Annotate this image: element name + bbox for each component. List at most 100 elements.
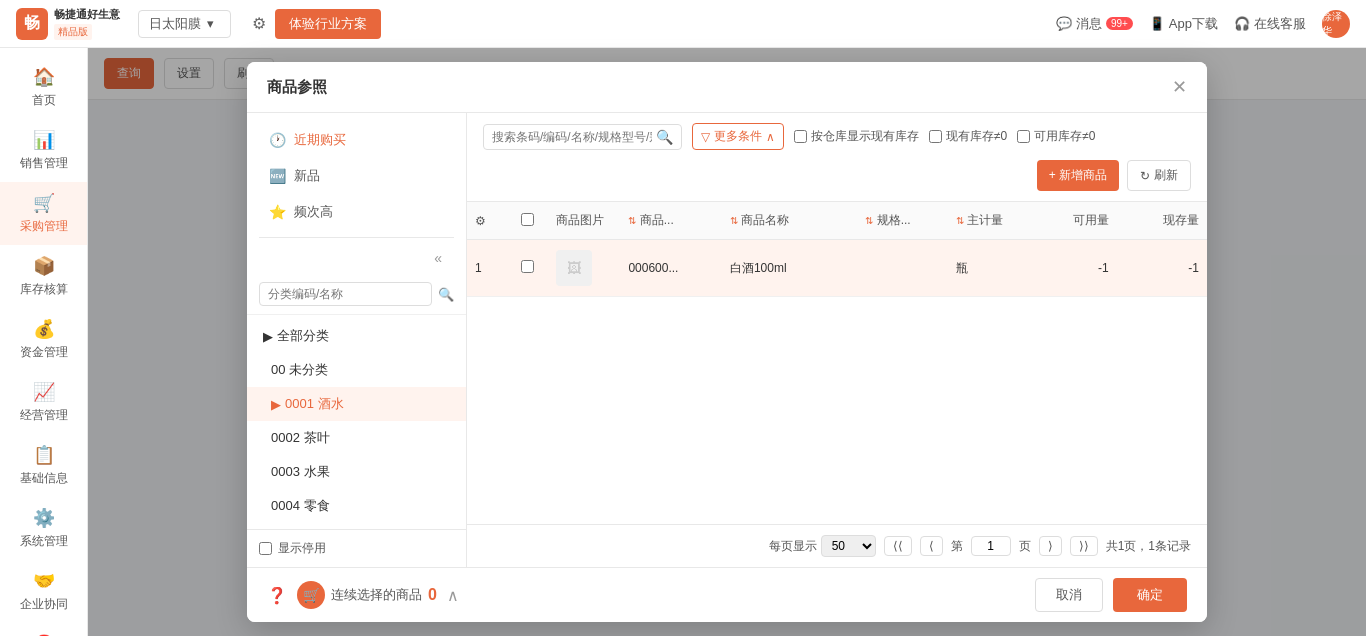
logo-area: 畅 畅捷通好生意 精品版 [16,7,126,40]
col-header-code[interactable]: ⇅ 商品... [620,202,722,240]
category-search-input[interactable] [259,282,432,306]
col-header-stock: 现存量 [1117,202,1207,240]
right-toolbar: 🔍 ▽ 更多条件 ∧ 按仓库显示现有库存 [467,113,1207,202]
settings-icon[interactable]: ⚙ [243,8,275,40]
first-page-button[interactable]: ⟨⟨ [884,536,912,556]
table-row[interactable]: 1 🖼 000600... 白酒100ml 瓶 [467,240,1207,297]
right-panel: 🔍 ▽ 更多条件 ∧ 按仓库显示现有库存 [467,113,1207,567]
home-icon: 🏠 [33,66,55,88]
page-size-select[interactable]: 10 20 50 100 [821,535,876,557]
cancel-button[interactable]: 取消 [1035,578,1103,612]
select-all-checkbox[interactable] [521,213,534,226]
tab-recent-purchase[interactable]: 🕐 近期购买 [259,123,454,157]
category-item-tea[interactable]: 0002 茶叶 [247,421,466,455]
left-collapse-button[interactable]: « [422,246,454,270]
page-number-input[interactable] [971,536,1011,556]
user-menu[interactable]: 徐泽华 [1322,10,1350,38]
message-icon: 💬 [1056,16,1072,31]
available-stock-nonzero-checkbox[interactable] [1017,130,1030,143]
modal-close-button[interactable]: ✕ [1172,76,1187,98]
col-header-unit[interactable]: ⇅ 主计量 [948,202,1027,240]
row-available: -1 [1026,240,1116,297]
col-header-settings[interactable]: ⚙ [467,202,508,240]
sidebar-item-system[interactable]: ⚙️ 系统管理 [0,497,87,560]
basic-info-icon: 📋 [33,444,55,466]
customer-service-button[interactable]: 🎧 在线客服 [1234,15,1306,33]
messages-button[interactable]: 💬 消息 99+ [1056,15,1133,33]
refresh-button[interactable]: ↻ 刷新 [1127,160,1191,191]
row-spec [857,240,947,297]
new-icon: 🆕 [269,168,286,184]
sidebar-item-operations[interactable]: 📈 经营管理 [0,371,87,434]
phone-icon: 📱 [1149,16,1165,31]
sidebar-item-home[interactable]: 🏠 首页 [0,56,87,119]
prev-page-button[interactable]: ⟨ [920,536,943,556]
top-nav: 畅 畅捷通好生意 精品版 日太阳膜 ▾ ⚙ 体验行业方案 💬 消息 99+ 📱 … [0,0,1366,48]
chevron-down-icon: ▾ [207,16,214,31]
show-disabled-checkbox[interactable] [259,542,272,555]
modal-footer: ❓ 🛒 连续选择的商品 0 ∧ 取消 确定 [247,567,1207,622]
stock-by-warehouse-checkbox-label[interactable]: 按仓库显示现有库存 [794,128,919,145]
confirm-button[interactable]: 确定 [1113,578,1187,612]
category-search-icon[interactable]: 🔍 [438,287,454,302]
tab-high-frequency[interactable]: ⭐ 频次高 [259,195,454,229]
enterprise-icon: 🤝 [33,570,55,592]
modal-title: 商品参照 [267,78,327,97]
active-arrow-icon: ▶ [271,397,281,412]
sort-icon-unit: ⇅ [956,215,964,226]
col-header-spec[interactable]: ⇅ 规格... [857,202,947,240]
sidebar-item-basic-info[interactable]: 📋 基础信息 [0,434,87,497]
product-search-icon[interactable]: 🔍 [656,129,673,145]
category-item-all[interactable]: ▶ 全部分类 [247,319,466,353]
modal-header: 商品参照 ✕ [247,62,1207,113]
col-header-available: 可用量 [1026,202,1116,240]
add-product-button[interactable]: + 新增商品 [1037,160,1119,191]
sort-icon-spec: ⇅ [865,215,873,226]
logo-sub: 精品版 [54,24,92,40]
expand-icon: ▶ [263,329,273,344]
sidebar-item-guide[interactable]: 🎯 新手引导 [0,623,87,636]
stock-by-warehouse-checkbox[interactable] [794,130,807,143]
sales-icon: 📊 [33,129,55,151]
recent-icon: 🕐 [269,132,286,148]
available-stock-nonzero-checkbox-label[interactable]: 可用库存≠0 [1017,128,1095,145]
sidebar-item-inventory[interactable]: 📦 库存核算 [0,245,87,308]
col-header-image: 商品图片 [548,202,620,240]
footer-collapse-button[interactable]: ∧ [447,586,459,605]
current-stock-nonzero-checkbox[interactable] [929,130,942,143]
purchase-icon: 🛒 [33,192,55,214]
more-filters-button[interactable]: ▽ 更多条件 ∧ [692,123,784,150]
category-item-fruit[interactable]: 0003 水果 [247,455,466,489]
help-icon[interactable]: ❓ [267,586,287,605]
left-panel: 🕐 近期购买 🆕 新品 ⭐ 频次高 [247,113,467,567]
sidebar-item-sales[interactable]: 📊 销售管理 [0,119,87,182]
category-item-snacks[interactable]: 0004 零食 [247,489,466,523]
sidebar: 🏠 首页 📊 销售管理 🛒 采购管理 📦 库存核算 💰 资金管理 📈 经营管理 … [0,48,88,636]
sidebar-item-enterprise[interactable]: 🤝 企业协同 [0,560,87,623]
col-header-checkbox[interactable] [508,202,549,240]
current-stock-nonzero-checkbox-label[interactable]: 现有库存≠0 [929,128,1007,145]
category-item-liquor[interactable]: ▶ 0001 酒水 [247,387,466,421]
tab-new-products[interactable]: 🆕 新品 [259,159,454,193]
row-code: 000600... [620,240,722,297]
experience-button[interactable]: 体验行业方案 [275,9,381,39]
row-num: 1 [467,240,508,297]
page-info: 共1页，1条记录 [1106,538,1191,555]
cart-area[interactable]: 🛒 连续选择的商品 0 [297,581,437,609]
next-page-button[interactable]: ⟩ [1039,536,1062,556]
sort-icon-name: ⇅ [730,215,738,226]
row-checkbox[interactable] [508,240,549,297]
product-search-box: 🔍 [483,124,682,150]
category-item-unclassified[interactable]: 00 未分类 [247,353,466,387]
sidebar-item-purchase[interactable]: 🛒 采购管理 [0,182,87,245]
last-page-button[interactable]: ⟩⟩ [1070,536,1098,556]
nav-right: 💬 消息 99+ 📱 App下载 🎧 在线客服 徐泽华 [1056,10,1350,38]
row-select-checkbox[interactable] [521,260,534,273]
col-header-name[interactable]: ⇅ 商品名称 [722,202,857,240]
product-search-input[interactable] [492,130,652,144]
app-download-button[interactable]: 📱 App下载 [1149,15,1218,33]
page-size-selector: 每页显示 10 20 50 100 [769,535,876,557]
sidebar-item-finance[interactable]: 💰 资金管理 [0,308,87,371]
company-selector[interactable]: 日太阳膜 ▾ [138,10,231,38]
content-area: 查询 设置 刷新 商品参照 ✕ 🕐 [88,48,1366,636]
